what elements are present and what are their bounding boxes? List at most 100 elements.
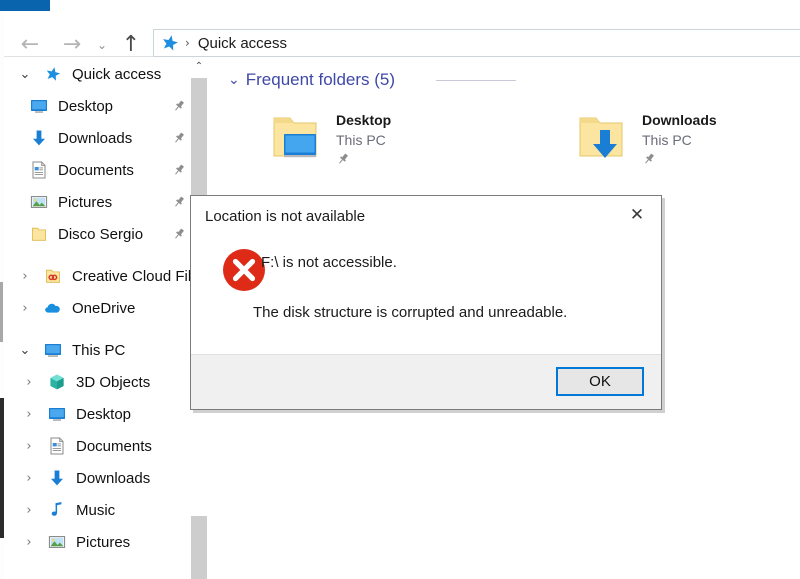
sidebar-item-desktop[interactable]: Desktop <box>4 90 194 122</box>
folder-tile-downloads[interactable]: Downloads This PC <box>574 110 800 178</box>
pin-icon[interactable] <box>336 152 350 166</box>
arrow-left-icon: ← <box>20 32 40 57</box>
download-icon <box>26 125 52 151</box>
3d-objects-icon <box>44 369 70 395</box>
folder-tile-name: Desktop <box>336 112 392 128</box>
chevron-down-icon: ⌄ <box>228 72 240 88</box>
ok-button-label: OK <box>589 373 611 390</box>
pin-icon[interactable] <box>172 195 186 209</box>
pin-icon[interactable] <box>172 227 186 241</box>
desktop-icon <box>44 401 70 427</box>
sidebar-item-this-pc-desktop[interactable]: › Desktop <box>4 398 194 430</box>
sidebar-item-documents[interactable]: Documents <box>4 154 194 186</box>
sidebar-item-label: Desktop <box>76 405 132 423</box>
sidebar-item-downloads[interactable]: Downloads <box>4 122 194 154</box>
navigation-bar: ← → ⌄ ↑ › Quick access <box>4 11 800 57</box>
sidebar-item-creative-cloud-files[interactable]: › Creative Cloud Fil <box>4 260 194 292</box>
quick-access-star-icon <box>40 61 66 87</box>
sidebar-item-label: Disco Sergio <box>58 225 144 243</box>
expander-toggle[interactable]: › <box>14 430 44 462</box>
sidebar-item-quick-access[interactable]: ⌄ Quick access <box>4 58 194 90</box>
pin-icon[interactable] <box>172 99 186 113</box>
sidebar-item-this-pc[interactable]: ⌄ This PC <box>4 334 194 366</box>
expander-toggle[interactable]: › <box>14 462 44 494</box>
ribbon-tab-strip <box>0 0 800 11</box>
recent-locations-button[interactable]: ⌄ <box>92 31 112 59</box>
dialog-message-line2: The disk structure is corrupted and unre… <box>253 304 568 321</box>
up-button[interactable]: ↑ <box>117 31 145 59</box>
forward-button[interactable]: → <box>58 31 86 59</box>
pin-icon[interactable] <box>642 152 656 166</box>
frequent-folders-header[interactable]: ⌄ Frequent folders (5) <box>228 70 395 90</box>
sidebar-item-this-pc-documents[interactable]: › Documents <box>4 430 194 462</box>
error-icon <box>222 248 266 292</box>
scroll-up-button[interactable]: ⌃ <box>190 58 208 75</box>
sidebar-item-disco-sergio[interactable]: Disco Sergio <box>4 218 194 250</box>
sidebar-item-label: Creative Cloud Fil <box>72 267 192 285</box>
group-title: Frequent folders (5) <box>245 70 396 89</box>
expander-toggle[interactable]: › <box>14 366 44 398</box>
sidebar-item-label: OneDrive <box>72 299 136 317</box>
address-bar[interactable]: › Quick access <box>153 29 800 57</box>
sidebar-item-label: 3D Objects <box>76 373 151 391</box>
group-header-rule <box>436 80 516 81</box>
document-icon <box>44 433 70 459</box>
onedrive-icon <box>40 295 66 321</box>
folder-desktop-icon <box>268 110 332 166</box>
location-not-available-dialog: Location is not available ✕ F:\ is not a… <box>190 195 662 410</box>
dialog-footer: OK <box>191 354 661 409</box>
dialog-body: F:\ is not accessible. The disk structur… <box>191 236 661 354</box>
expander-toggle[interactable]: › <box>10 260 40 292</box>
folder-icon <box>26 221 52 247</box>
music-icon <box>44 497 70 523</box>
expander-toggle[interactable]: › <box>14 494 44 526</box>
sidebar-item-label: Downloads <box>76 469 151 487</box>
pin-icon[interactable] <box>172 163 186 177</box>
sidebar-item-onedrive[interactable]: › OneDrive <box>4 292 194 324</box>
dialog-message-line1: F:\ is not accessible. <box>261 254 397 271</box>
navigation-pane: ⌄ Quick access Desktop Downloads Documen… <box>4 58 194 579</box>
document-icon <box>26 157 52 183</box>
sidebar-item-label: Music <box>76 501 116 519</box>
file-explorer-window: ← → ⌄ ↑ › Quick access ⌄ Quick access De… <box>0 0 800 579</box>
breadcrumb-path: Quick access <box>197 34 288 52</box>
sidebar-item-this-pc-downloads[interactable]: › Downloads <box>4 462 194 494</box>
arrow-up-icon: ↑ <box>121 32 141 57</box>
sidebar-item-label: Documents <box>76 437 152 455</box>
folder-tile-desktop[interactable]: Desktop This PC <box>268 110 518 178</box>
sidebar-item-label: Desktop <box>58 97 114 115</box>
arrow-right-icon: → <box>62 32 82 57</box>
ribbon-tab-file[interactable] <box>0 0 50 11</box>
folder-tile-location: This PC <box>336 132 386 148</box>
expander-toggle[interactable]: › <box>10 292 40 324</box>
folder-tile-location: This PC <box>642 132 692 148</box>
creative-cloud-icon <box>40 263 66 289</box>
sidebar-item-label: Pictures <box>58 193 113 211</box>
folder-tile-name: Downloads <box>642 112 717 128</box>
scrollbar-thumb-lower[interactable] <box>191 516 207 579</box>
dialog-title: Location is not available <box>205 208 366 225</box>
sidebar-item-label: This PC <box>72 341 126 359</box>
ok-button[interactable]: OK <box>556 367 644 396</box>
breadcrumb-separator: › <box>185 36 190 50</box>
pin-icon[interactable] <box>172 131 186 145</box>
desktop-icon <box>26 93 52 119</box>
expander-toggle[interactable]: ⌄ <box>10 334 40 366</box>
expander-toggle[interactable]: ⌄ <box>10 58 40 90</box>
close-icon: ✕ <box>629 205 645 225</box>
window-left-edge-shade <box>0 282 3 342</box>
sidebar-item-this-pc-pictures[interactable]: › Pictures <box>4 526 194 558</box>
picture-icon <box>26 189 52 215</box>
quick-access-star-icon <box>160 33 180 53</box>
sidebar-item-3d-objects[interactable]: › 3D Objects <box>4 366 194 398</box>
sidebar-item-label: Documents <box>58 161 134 179</box>
back-button[interactable]: ← <box>16 31 44 59</box>
sidebar-item-pictures[interactable]: Pictures <box>4 186 194 218</box>
this-pc-icon <box>40 337 66 363</box>
sidebar-item-label: Quick access <box>72 65 162 83</box>
expander-toggle[interactable]: › <box>14 526 44 558</box>
expander-toggle[interactable]: › <box>14 398 44 430</box>
close-button[interactable]: ✕ <box>617 200 657 230</box>
sidebar-item-music[interactable]: › Music <box>4 494 194 526</box>
